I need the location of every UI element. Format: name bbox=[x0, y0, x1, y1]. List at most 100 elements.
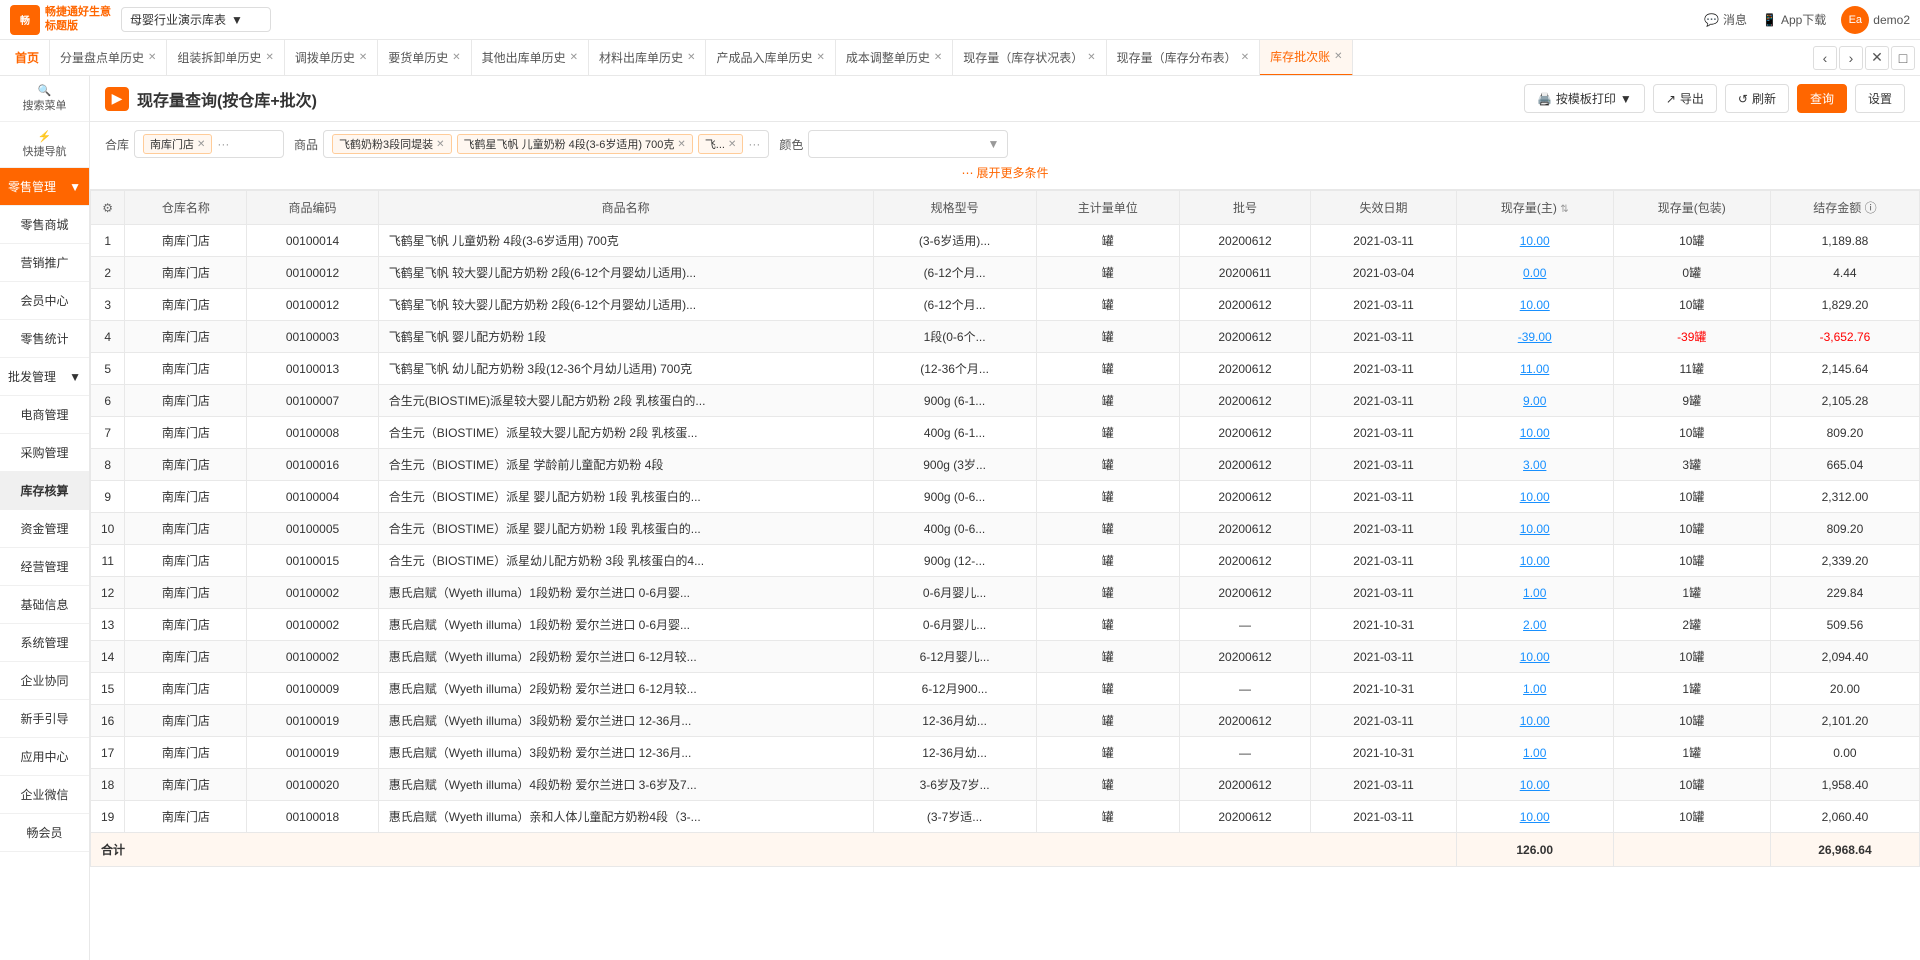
sidebar-search[interactable]: 🔍 搜索菜单 bbox=[0, 76, 89, 122]
tab-diaobodanl[interactable]: 调拨单历史 ✕ bbox=[285, 40, 378, 76]
query-button[interactable]: 查询 bbox=[1797, 84, 1847, 113]
settings-button[interactable]: 设置 bbox=[1855, 84, 1905, 113]
sidebar-item-operations[interactable]: 经营管理 bbox=[0, 548, 89, 586]
row-qty[interactable]: 1.00 bbox=[1456, 737, 1613, 769]
sidebar-item-newguide[interactable]: 新手引导 bbox=[0, 700, 89, 738]
settings-icon[interactable]: ⚙ bbox=[102, 201, 113, 215]
close-icon[interactable]: ✕ bbox=[1334, 51, 1342, 62]
close-icon[interactable]: ✕ bbox=[1241, 52, 1249, 63]
sidebar-item-enterprise-collab[interactable]: 企业协同 bbox=[0, 662, 89, 700]
close-icon[interactable]: ✕ bbox=[452, 52, 460, 63]
row-qty[interactable]: 10.00 bbox=[1456, 481, 1613, 513]
row-qty[interactable]: 10.00 bbox=[1456, 769, 1613, 801]
sidebar-quicknav[interactable]: ⚡ 快捷导航 bbox=[0, 122, 89, 168]
print-button[interactable]: 🖨️ 按模板打印 ▼ bbox=[1524, 84, 1645, 113]
remove-tag-icon[interactable]: ✕ bbox=[197, 139, 205, 150]
row-qty[interactable]: 11.00 bbox=[1456, 353, 1613, 385]
row-qty[interactable]: 9.00 bbox=[1456, 385, 1613, 417]
refresh-button[interactable]: ↺ 刷新 bbox=[1725, 84, 1789, 113]
tab-scroll-left[interactable]: ‹ bbox=[1813, 46, 1837, 70]
row-qty[interactable]: 0.00 bbox=[1456, 257, 1613, 289]
expand-conditions-button[interactable]: ⋯ 展开更多条件 bbox=[961, 164, 1048, 181]
row-qty[interactable]: 10.00 bbox=[1456, 417, 1613, 449]
sidebar-toggle-button[interactable]: ▶ bbox=[105, 87, 129, 111]
row-qty[interactable]: 10.00 bbox=[1456, 545, 1613, 577]
row-amount: 2,339.20 bbox=[1770, 545, 1919, 577]
row-qty[interactable]: 10.00 bbox=[1456, 705, 1613, 737]
tab-xiancunliang-kucun[interactable]: 现存量（库存状况表） ✕ bbox=[953, 40, 1106, 76]
sidebar-item-wholesale[interactable]: 批发管理 ▼ bbox=[0, 358, 89, 396]
tab-fenliangpandian[interactable]: 分量盘点单历史 ✕ bbox=[50, 40, 167, 76]
tab-qtchuku[interactable]: 其他出库单历史 ✕ bbox=[472, 40, 589, 76]
sidebar-item-retail-manage[interactable]: 零售管理 ▼ bbox=[0, 168, 89, 206]
row-warehouse: 南库门店 bbox=[125, 449, 247, 481]
user-profile[interactable]: Ea demo2 bbox=[1841, 6, 1910, 34]
row-qty[interactable]: 10.00 bbox=[1456, 513, 1613, 545]
close-icon[interactable]: ✕ bbox=[570, 52, 578, 63]
close-icon[interactable]: ✕ bbox=[1087, 52, 1095, 63]
tab-chengbentiaosheng[interactable]: 成本调整单历史 ✕ bbox=[836, 40, 953, 76]
tab-cailiao[interactable]: 材料出库单历史 ✕ bbox=[589, 40, 706, 76]
close-icon[interactable]: ✕ bbox=[816, 52, 824, 63]
tab-scroll-right[interactable]: › bbox=[1839, 46, 1863, 70]
tab-home[interactable]: 首页 bbox=[5, 40, 50, 76]
remove-tag-icon[interactable]: ✕ bbox=[436, 139, 444, 150]
row-name: 飞鹤星飞帆 较大婴儿配方奶粉 2段(6-12个月婴幼儿适用)... bbox=[378, 257, 873, 289]
sort-icon[interactable]: ⇅ bbox=[1560, 204, 1568, 215]
sidebar-item-marketing[interactable]: 营销推广 bbox=[0, 244, 89, 282]
filter-more-icon[interactable]: ··· bbox=[217, 137, 229, 151]
tab-yaohuo[interactable]: 要货单历史 ✕ bbox=[378, 40, 471, 76]
sidebar-item-basic-info[interactable]: 基础信息 bbox=[0, 586, 89, 624]
remove-tag-icon[interactable]: ✕ bbox=[728, 139, 736, 150]
export-button[interactable]: ↗ 导出 bbox=[1653, 84, 1717, 113]
workspace-selector[interactable]: 母婴行业演示库表 ▼ bbox=[121, 7, 271, 32]
tab-xiancunliang-fenbiao[interactable]: 现存量（库存分布表） ✕ bbox=[1107, 40, 1260, 76]
row-qty[interactable]: 1.00 bbox=[1456, 577, 1613, 609]
row-qty[interactable]: 1.00 bbox=[1456, 673, 1613, 705]
row-expire: 2021-03-11 bbox=[1311, 417, 1457, 449]
row-qty[interactable]: 10.00 bbox=[1456, 801, 1613, 833]
close-icon[interactable]: ✕ bbox=[148, 52, 156, 63]
row-qty[interactable]: -39.00 bbox=[1456, 321, 1613, 353]
app-download-button[interactable]: 📱 App下载 bbox=[1762, 11, 1826, 28]
tab-close-all[interactable]: ✕ bbox=[1865, 46, 1889, 70]
row-qty[interactable]: 3.00 bbox=[1456, 449, 1613, 481]
tab-expand[interactable]: □ bbox=[1891, 46, 1915, 70]
sidebar-item-member-center[interactable]: 会员中心 bbox=[0, 282, 89, 320]
row-qty[interactable]: 2.00 bbox=[1456, 609, 1613, 641]
row-amount: 0.00 bbox=[1770, 737, 1919, 769]
close-icon[interactable]: ✕ bbox=[265, 52, 273, 63]
sidebar-item-ecommerce[interactable]: 电商管理 bbox=[0, 396, 89, 434]
tab-kucun-pici[interactable]: 库存批次账 ✕ bbox=[1260, 40, 1353, 76]
col-settings[interactable]: ⚙ bbox=[91, 191, 125, 225]
tab-chanpinruku[interactable]: 产成品入库单历史 ✕ bbox=[706, 40, 835, 76]
close-icon[interactable]: ✕ bbox=[934, 52, 942, 63]
row-qty[interactable]: 10.00 bbox=[1456, 641, 1613, 673]
row-unit: 罐 bbox=[1036, 737, 1179, 769]
close-icon[interactable]: ✕ bbox=[687, 52, 695, 63]
color-filter-tags[interactable]: ▼ bbox=[808, 130, 1008, 158]
sidebar-item-member[interactable]: 畅会员 bbox=[0, 814, 89, 852]
product-filter-tags[interactable]: 飞鹤奶粉3段同堤装 ✕ 飞鹤星飞帆 儿童奶粉 4段(3-6岁适用) 700克 ✕… bbox=[323, 130, 769, 158]
sidebar-item-finance[interactable]: 资金管理 bbox=[0, 510, 89, 548]
row-qty[interactable]: 10.00 bbox=[1456, 289, 1613, 321]
sidebar-item-appcenter[interactable]: 应用中心 bbox=[0, 738, 89, 776]
close-icon[interactable]: ✕ bbox=[359, 52, 367, 63]
filter-more-icon[interactable]: ··· bbox=[748, 137, 760, 151]
row-qty[interactable]: 10.00 bbox=[1456, 225, 1613, 257]
row-code: 00100007 bbox=[247, 385, 378, 417]
row-code: 00100012 bbox=[247, 289, 378, 321]
messages-button[interactable]: 💬 消息 bbox=[1704, 11, 1747, 28]
remove-tag-icon[interactable]: ✕ bbox=[677, 139, 685, 150]
tab-zuzhangchaijian[interactable]: 组装拆卸单历史 ✕ bbox=[167, 40, 284, 76]
row-num: 17 bbox=[91, 737, 125, 769]
sidebar-item-purchase[interactable]: 采购管理 bbox=[0, 434, 89, 472]
table-row: 6 南库门店 00100007 合生元(BIOSTIME)派星较大婴儿配方奶粉 … bbox=[91, 385, 1920, 417]
sidebar-item-retail-stats[interactable]: 零售统计 bbox=[0, 320, 89, 358]
sidebar-item-enterprise-wechat[interactable]: 企业微信 bbox=[0, 776, 89, 814]
sidebar-item-retail-mall[interactable]: 零售商城 bbox=[0, 206, 89, 244]
filter-bar: 合库 南库门店 ✕ ··· 商品 飞鹤奶粉3段同堤装 ✕ bbox=[90, 122, 1920, 190]
sidebar-item-system[interactable]: 系统管理 bbox=[0, 624, 89, 662]
warehouse-filter-tags[interactable]: 南库门店 ✕ ··· bbox=[134, 130, 284, 158]
sidebar-item-inventory[interactable]: 库存核算 bbox=[0, 472, 89, 510]
